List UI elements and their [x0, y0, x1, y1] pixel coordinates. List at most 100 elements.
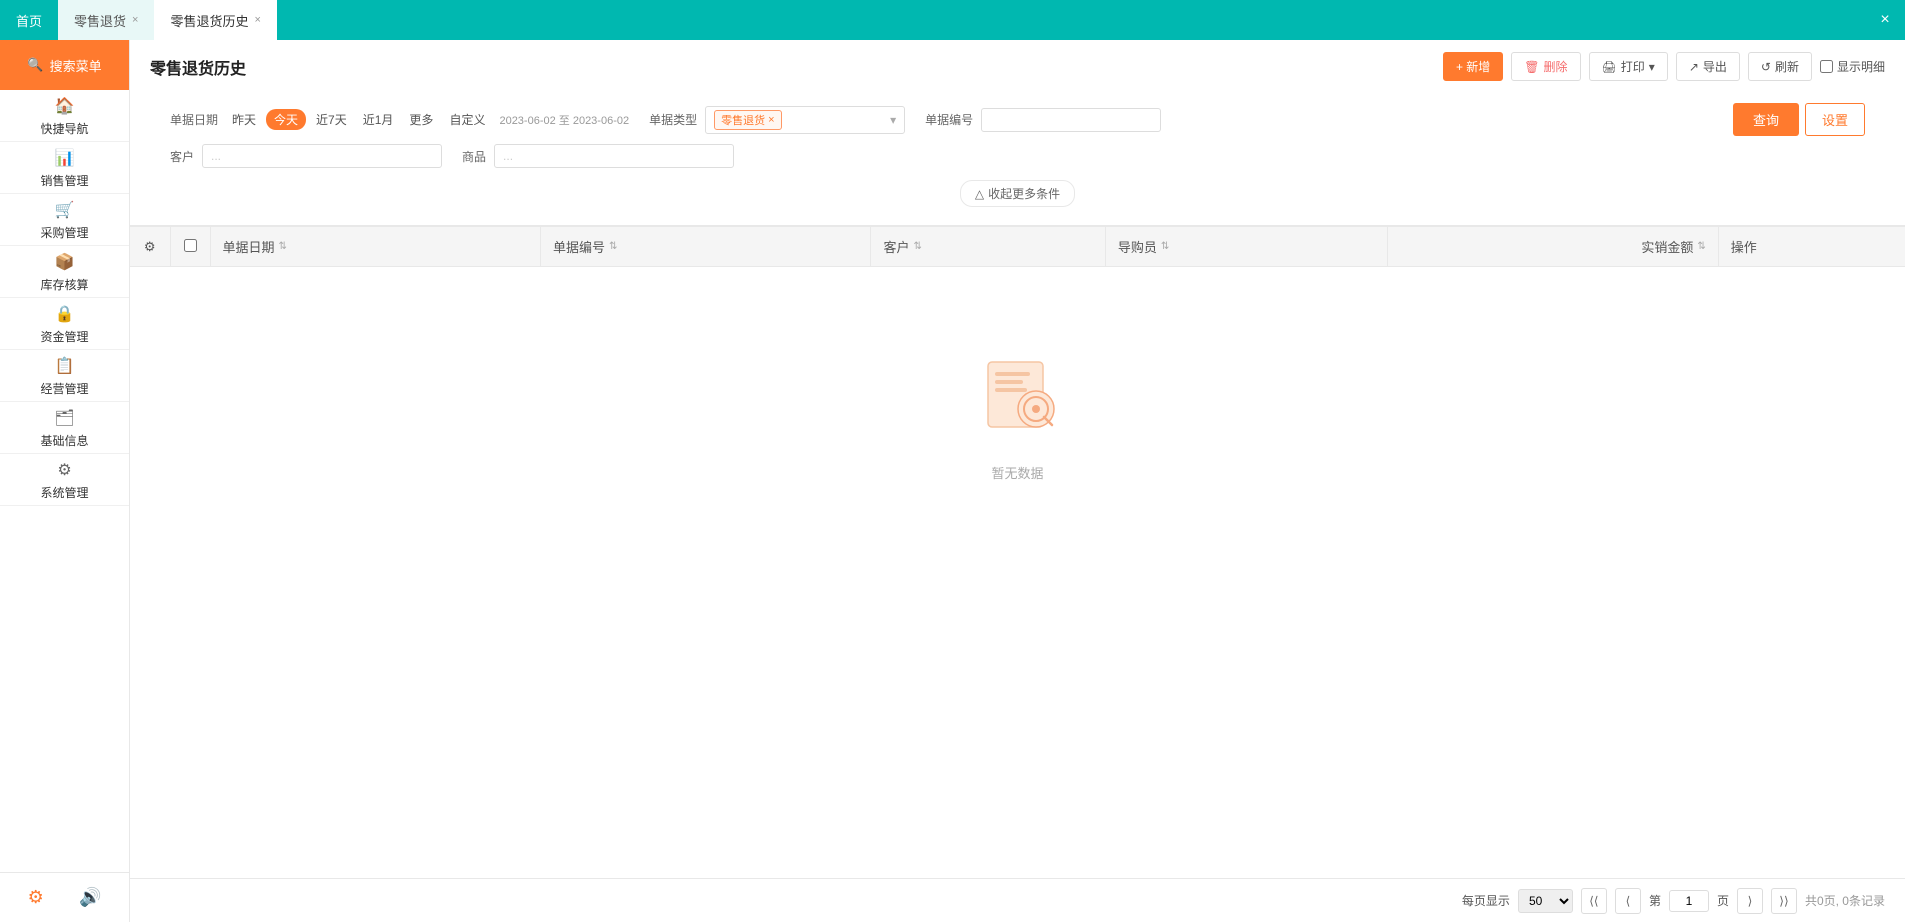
col-no-label: 单据编号	[553, 237, 605, 256]
sidebar-item-sales-mgmt[interactable]: 📊 销售管理	[0, 142, 129, 194]
show-detail-checkbox[interactable]	[1820, 60, 1833, 73]
col-no-sort-icon: ⇅	[609, 241, 617, 252]
customer-input[interactable]: ...	[202, 144, 442, 168]
last-page-button[interactable]: ⟩⟩	[1771, 888, 1797, 914]
export-button[interactable]: ↗ 导出	[1676, 52, 1740, 81]
date-shortcuts: 昨天 今天 近7天 近1月 更多 自定义	[226, 109, 491, 130]
sidebar-item-sales-label: 销售管理	[40, 172, 88, 189]
show-detail-label: 显示明细	[1837, 58, 1885, 75]
col-date[interactable]: 单据日期 ⇅	[210, 227, 540, 267]
sidebar-item-finance[interactable]: 🔒 资金管理	[0, 298, 129, 350]
date-btn-more[interactable]: 更多	[403, 109, 439, 130]
finance-icon: 🔒	[54, 303, 76, 325]
sidebar-item-sys-mgmt-label: 系统管理	[40, 484, 88, 501]
voucher-no-input[interactable]	[981, 108, 1161, 132]
sidebar-item-quick-nav-label: 快捷导航	[40, 120, 88, 137]
new-button[interactable]: + 新增	[1443, 52, 1503, 81]
tab-retail-return[interactable]: 零售退货 ×	[58, 0, 154, 40]
filter-settings-button[interactable]: 设置	[1805, 103, 1865, 136]
next-page-button[interactable]: ⟩	[1737, 888, 1763, 914]
col-checkbox[interactable]	[170, 227, 210, 267]
collapse-button[interactable]: △ 收起更多条件	[960, 180, 1075, 207]
empty-text: 暂无数据	[991, 463, 1043, 482]
operations-icon: 📋	[54, 355, 76, 377]
table-header-row: ⚙ 单据日期 ⇅ 单据编号	[130, 227, 1905, 267]
base-info-icon: 🗂	[54, 407, 76, 429]
toolbar: + 新增 🗑 删除 🖨 打印 ▾ ↗ 导出 ↺	[1443, 52, 1885, 81]
page-header: 零售退货历史 + 新增 🗑 删除 🖨 打印 ▾ ↗ 导出	[130, 40, 1905, 226]
col-date-label: 单据日期	[223, 237, 275, 256]
sidebar-item-operations-label: 经营管理	[40, 380, 88, 397]
sidebar-item-quick-nav[interactable]: 🏠 快捷导航	[0, 90, 129, 142]
page-size-label: 每页显示	[1462, 892, 1510, 909]
refresh-button[interactable]: ↺ 刷新	[1748, 52, 1812, 81]
delete-icon: 🗑	[1524, 60, 1539, 74]
date-filter-label: 单据日期	[170, 111, 218, 128]
voucher-type-select[interactable]: 零售退货 × ▾	[705, 106, 905, 134]
col-customer-label: 客户	[883, 237, 909, 256]
export-icon: ↗	[1689, 60, 1699, 74]
purchase-icon: 🛒	[54, 199, 76, 221]
col-customer-sort-icon: ⇅	[913, 241, 921, 252]
col-action: 操作	[1718, 227, 1905, 267]
customer-placeholder: ...	[211, 149, 221, 163]
first-page-button[interactable]: ⟨⟨	[1581, 888, 1607, 914]
page-label: 第	[1649, 892, 1661, 909]
col-guide-sort-icon: ⇅	[1161, 241, 1169, 252]
sidebar-search[interactable]: 🔍 搜索菜单	[0, 40, 129, 90]
customer-label: 客户	[170, 148, 194, 165]
col-customer[interactable]: 客户 ⇅	[871, 227, 1105, 267]
data-table: ⚙ 单据日期 ⇅ 单据编号	[130, 227, 1905, 562]
goods-input[interactable]: ...	[494, 144, 734, 168]
print-dropdown-icon: ▾	[1649, 60, 1655, 74]
sidebar-item-base-info[interactable]: 🗂 基础信息	[0, 402, 129, 454]
sidebar-item-purchase-mgmt[interactable]: 🛒 采购管理	[0, 194, 129, 246]
pagination: 每页显示 20 50 100 ⟨⟨ ⟨ 第 页 ⟩ ⟩⟩ 共0页, 0条记录	[130, 878, 1905, 922]
goods-placeholder: ...	[503, 149, 513, 163]
page-number-input[interactable]	[1669, 890, 1709, 912]
voucher-type-tag-close[interactable]: ×	[768, 114, 774, 126]
date-btn-7days[interactable]: 近7天	[310, 109, 353, 130]
col-settings[interactable]: ⚙	[130, 227, 170, 267]
tab-retail-return-history[interactable]: 零售退货历史 ×	[154, 0, 276, 40]
col-date-sort-icon: ⇅	[279, 241, 287, 252]
delete-label: 删除	[1544, 58, 1568, 75]
customer-filter-item: 客户 ...	[170, 144, 442, 168]
window-close-button[interactable]: ×	[1865, 0, 1905, 40]
date-btn-today[interactable]: 今天	[266, 109, 306, 130]
sidebar: 🔍 搜索菜单 🏠 快捷导航 📊 销售管理 🛒 采购管理 📦 库存核算 🔒 资金管…	[0, 40, 130, 922]
col-amount[interactable]: 实销金额 ⇅	[1388, 227, 1718, 267]
col-no[interactable]: 单据编号 ⇅	[540, 227, 870, 267]
sidebar-search-label: 搜索菜单	[50, 56, 102, 75]
tab-retail-return-history-close[interactable]: ×	[254, 14, 260, 26]
print-button[interactable]: 🖨 打印 ▾	[1589, 52, 1668, 81]
prev-page-button[interactable]: ⟨	[1615, 888, 1641, 914]
col-guide[interactable]: 导购员 ⇅	[1105, 227, 1387, 267]
show-detail-checkbox-label[interactable]: 显示明细	[1820, 58, 1885, 75]
col-amount-label: 实销金额	[1641, 237, 1693, 256]
delete-button[interactable]: 🗑 删除	[1511, 52, 1580, 81]
voucher-type-dropdown-icon: ▾	[890, 113, 896, 127]
empty-state-cell: 暂无数据	[130, 267, 1905, 563]
settings-bottom-icon[interactable]: ⚙	[28, 887, 44, 908]
query-button[interactable]: 查询	[1733, 103, 1799, 136]
top-bar: 首页 零售退货 × 零售退货历史 × ×	[0, 0, 1905, 40]
page-size-select[interactable]: 20 50 100	[1518, 889, 1573, 913]
sidebar-item-sys-mgmt[interactable]: ⚙ 系统管理	[0, 454, 129, 506]
collapse-up-icon: △	[975, 187, 984, 201]
volume-icon[interactable]: 🔊	[79, 887, 101, 908]
tab-retail-return-close[interactable]: ×	[132, 14, 138, 26]
refresh-icon: ↺	[1761, 60, 1771, 74]
select-all-checkbox[interactable]	[184, 239, 197, 252]
tab-home[interactable]: 首页	[0, 0, 58, 40]
goods-label: 商品	[462, 148, 486, 165]
sidebar-bottom: ⚙ 🔊	[0, 872, 129, 922]
sidebar-item-operations[interactable]: 📋 经营管理	[0, 350, 129, 402]
date-btn-yesterday[interactable]: 昨天	[226, 109, 262, 130]
date-btn-1month[interactable]: 近1月	[357, 109, 400, 130]
voucher-no-filter-item: 单据编号	[925, 108, 1161, 132]
sidebar-item-inventory[interactable]: 📦 库存核算	[0, 246, 129, 298]
date-btn-custom[interactable]: 自定义	[443, 109, 491, 130]
table-container: ⚙ 单据日期 ⇅ 单据编号	[130, 226, 1905, 878]
sidebar-item-purchase-label: 采购管理	[40, 224, 88, 241]
